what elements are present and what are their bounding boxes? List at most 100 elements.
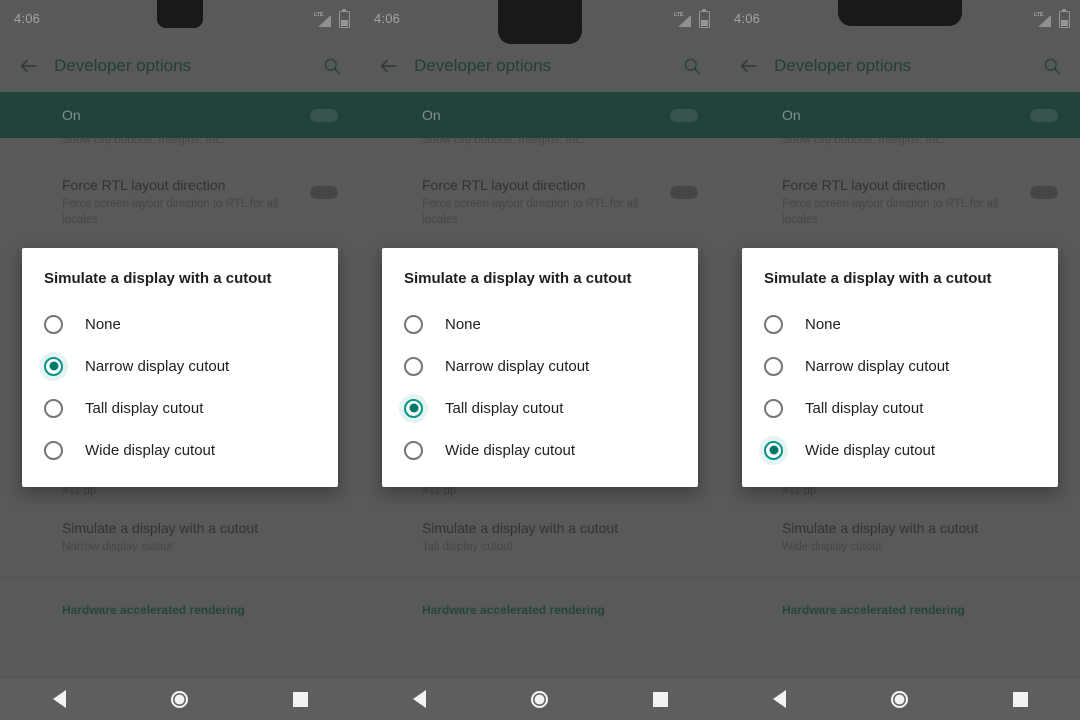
option-narrow[interactable]: Narrow display cutout	[22, 345, 338, 387]
developer-options-master-switch-row[interactable]: On	[360, 92, 720, 138]
option-tall[interactable]: Tall display cutout	[22, 387, 338, 429]
option-wide-label: Wide display cutout	[445, 441, 576, 459]
status-time: 4:06	[14, 11, 41, 26]
cutout-setting-row[interactable]: Simulate a display with a cutout Narrow …	[0, 519, 360, 555]
cutout-dialog: Simulate a display with a cutout None Na…	[742, 248, 1058, 487]
cutout-dialog: Simulate a display with a cutout None Na…	[22, 248, 338, 487]
status-time: 4:06	[734, 11, 761, 26]
force-rtl-row[interactable]: Force RTL layout direction Force screen …	[720, 176, 1080, 228]
status-icons: LTE	[674, 8, 710, 28]
radio-none-icon[interactable]	[404, 314, 423, 334]
force-rtl-row[interactable]: Force RTL layout direction Force screen …	[360, 176, 720, 228]
show-clip-bounds-subtitle: Show clip bounds, margins, etc.	[62, 138, 225, 146]
option-narrow[interactable]: Narrow display cutout	[382, 345, 698, 387]
option-none[interactable]: None	[22, 303, 338, 345]
developer-options-master-switch-row[interactable]: On	[720, 92, 1080, 138]
cutout-setting-value: Tall display cutout	[422, 541, 513, 553]
nav-home-icon[interactable]	[170, 690, 188, 708]
radio-wide-icon[interactable]	[764, 440, 783, 460]
arrow-back-icon[interactable]	[728, 46, 768, 86]
master-switch-label: On	[62, 107, 81, 123]
nav-recents-icon[interactable]	[652, 691, 668, 707]
status-icons: LTE	[1034, 8, 1070, 28]
master-switch-toggle[interactable]	[1030, 108, 1058, 122]
section-divider	[360, 577, 720, 578]
radio-narrow-icon[interactable]	[44, 356, 63, 376]
arrow-back-icon[interactable]	[368, 46, 408, 86]
category-hardware-accelerated-rendering: Hardware accelerated rendering	[62, 603, 245, 617]
option-tall[interactable]: Tall display cutout	[382, 387, 698, 429]
option-wide-label: Wide display cutout	[805, 441, 936, 459]
lte-signal-icon: LTE	[314, 12, 331, 27]
radio-tall-icon[interactable]	[764, 398, 783, 418]
nav-back-icon[interactable]	[52, 690, 66, 708]
lte-label: LTE	[1034, 11, 1044, 18]
radio-none-icon[interactable]	[764, 314, 783, 334]
option-tall[interactable]: Tall display cutout	[742, 387, 1058, 429]
nav-home-icon[interactable]	[890, 690, 908, 708]
category-hardware-accelerated-rendering: Hardware accelerated rendering	[782, 603, 965, 617]
force-rtl-toggle[interactable]	[1030, 186, 1058, 199]
search-icon[interactable]	[672, 46, 712, 86]
page-title: Developer options	[774, 56, 912, 75]
force-rtl-title: Force RTL layout direction	[782, 177, 946, 193]
option-wide-label: Wide display cutout	[85, 441, 216, 459]
nav-recents-icon[interactable]	[292, 691, 308, 707]
clipped-subtitle-row: Show clip bounds, margins, etc.	[0, 138, 360, 156]
status-icons: LTE	[314, 8, 350, 28]
show-clip-bounds-subtitle: Show clip bounds, margins, etc.	[782, 138, 945, 146]
cutout-setting-row[interactable]: Simulate a display with a cutout Wide di…	[720, 519, 1080, 555]
radio-wide-icon[interactable]	[404, 440, 423, 460]
option-none[interactable]: None	[742, 303, 1058, 345]
option-tall-label: Tall display cutout	[445, 399, 564, 417]
option-tall-label: Tall display cutout	[805, 399, 924, 417]
category-hardware-accelerated-rendering: Hardware accelerated rendering	[422, 603, 605, 617]
master-switch-toggle[interactable]	[670, 108, 698, 122]
search-icon[interactable]	[1032, 46, 1072, 86]
option-wide[interactable]: Wide display cutout	[22, 429, 338, 471]
force-rtl-subtitle: Force screen layout direction to RTL for…	[62, 198, 279, 226]
master-switch-toggle[interactable]	[310, 108, 338, 122]
option-wide[interactable]: Wide display cutout	[382, 429, 698, 471]
panel-tall: 4:06 LTE Developer options On Show clip …	[360, 0, 720, 720]
page-title: Developer options	[414, 56, 552, 75]
dialog-title: Simulate a display with a cutout	[404, 270, 632, 287]
cutout-setting-value: Narrow display cutout	[62, 541, 173, 553]
radio-none-icon[interactable]	[44, 314, 63, 334]
cutout-setting-title: Simulate a display with a cutout	[422, 520, 619, 536]
developer-options-master-switch-row[interactable]: On	[0, 92, 360, 138]
section-divider	[720, 577, 1080, 578]
cutout-setting-row[interactable]: Simulate a display with a cutout Tall di…	[360, 519, 720, 555]
radio-narrow-icon[interactable]	[404, 356, 423, 376]
section-divider	[0, 577, 360, 578]
option-none-label: None	[445, 315, 481, 333]
lte-signal-icon: LTE	[1034, 11, 1051, 27]
option-none[interactable]: None	[382, 303, 698, 345]
force-rtl-row[interactable]: Force RTL layout direction Force screen …	[0, 176, 360, 228]
option-narrow-label: Narrow display cutout	[445, 357, 590, 375]
radio-tall-icon[interactable]	[44, 398, 63, 418]
option-narrow-label: Narrow display cutout	[85, 357, 230, 375]
nav-home-icon[interactable]	[530, 690, 548, 708]
navigation-bar	[360, 677, 720, 720]
radio-tall-icon[interactable]	[404, 398, 423, 418]
radio-narrow-icon[interactable]	[764, 356, 783, 376]
toolbar: Developer options	[360, 40, 720, 92]
cutout-dialog: Simulate a display with a cutout None Na…	[382, 248, 698, 487]
radio-wide-icon[interactable]	[44, 440, 63, 460]
arrow-back-icon[interactable]	[8, 46, 48, 86]
search-icon[interactable]	[312, 46, 352, 86]
force-rtl-subtitle: Force screen layout direction to RTL for…	[782, 198, 999, 226]
nav-recents-icon[interactable]	[1012, 691, 1028, 707]
battery-icon	[699, 8, 710, 28]
force-rtl-toggle[interactable]	[670, 186, 698, 199]
option-narrow[interactable]: Narrow display cutout	[742, 345, 1058, 387]
display-cutout-narrow	[157, 0, 203, 28]
nav-back-icon[interactable]	[772, 690, 786, 708]
option-wide[interactable]: Wide display cutout	[742, 429, 1058, 471]
toolbar: Developer options	[0, 40, 360, 92]
force-rtl-title: Force RTL layout direction	[422, 177, 586, 193]
nav-back-icon[interactable]	[412, 690, 426, 708]
force-rtl-toggle[interactable]	[310, 186, 338, 199]
clipped-subtitle-row: Show clip bounds, margins, etc.	[720, 138, 1080, 156]
